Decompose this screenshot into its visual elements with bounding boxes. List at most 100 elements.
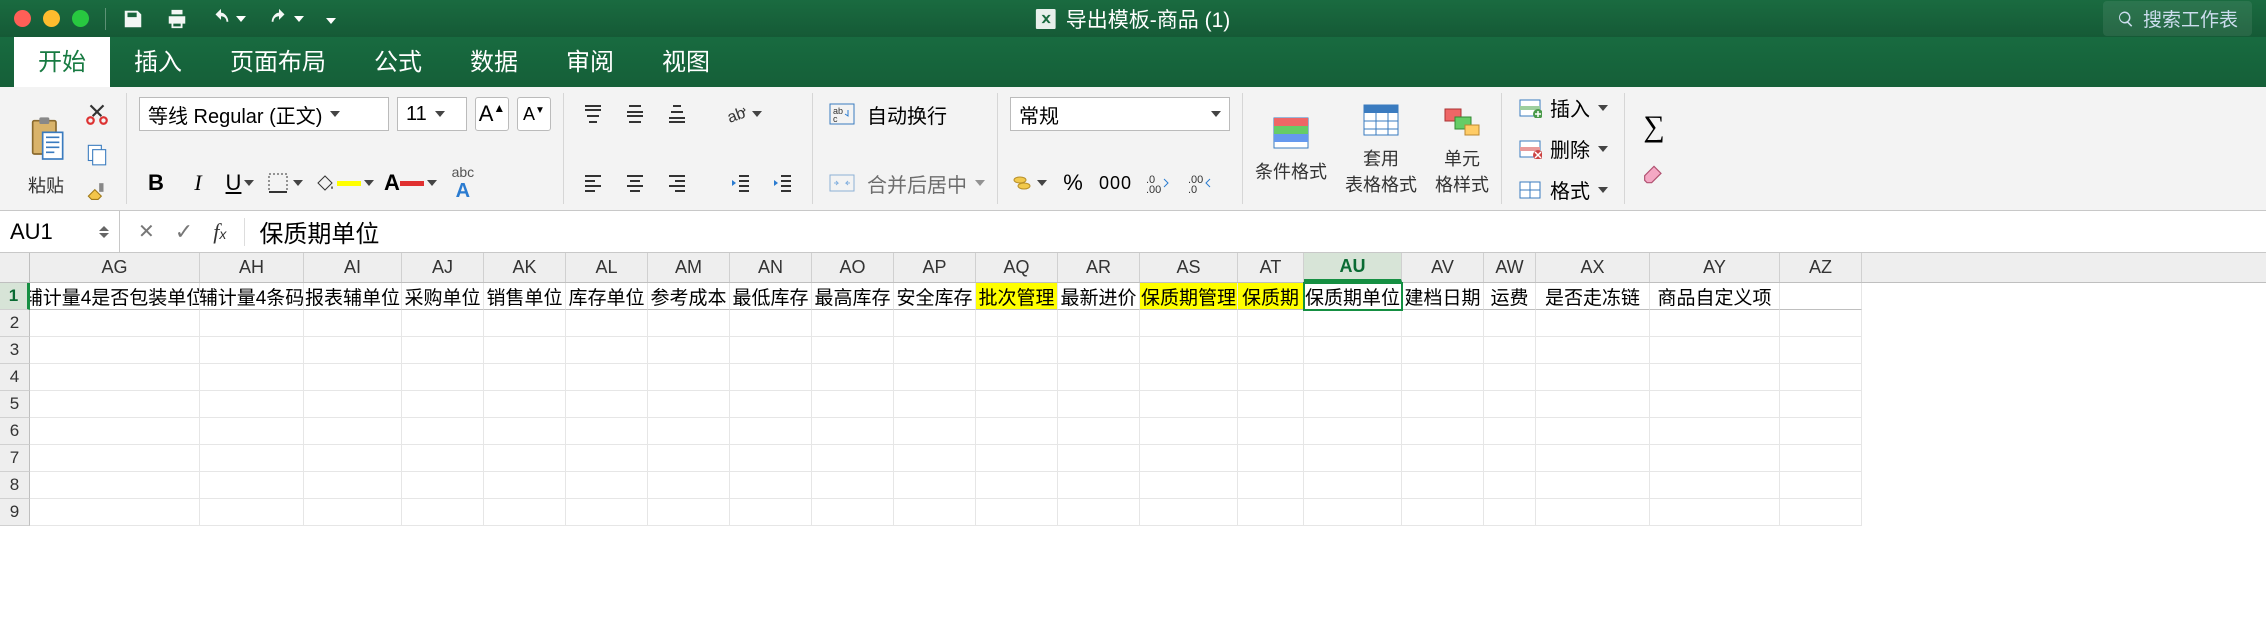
cell-AV2[interactable] xyxy=(1402,310,1484,337)
cell-AY3[interactable] xyxy=(1650,337,1780,364)
cell-AV9[interactable] xyxy=(1402,499,1484,526)
font-color-button[interactable]: A xyxy=(383,166,438,200)
cell-AI3[interactable] xyxy=(304,337,402,364)
name-box-stepper[interactable] xyxy=(99,226,109,238)
col-header-AM[interactable]: AM xyxy=(648,253,730,282)
cell-AW7[interactable] xyxy=(1484,445,1536,472)
phonetic-button[interactable]: abcA xyxy=(446,166,480,200)
cell-AU4[interactable] xyxy=(1304,364,1402,391)
row-header-9[interactable]: 9 xyxy=(0,499,30,526)
minimize-window[interactable] xyxy=(43,10,60,27)
cell-AG3[interactable] xyxy=(30,337,200,364)
decrease-decimal-button[interactable]: .00.0 xyxy=(1183,166,1217,200)
col-header-AN[interactable]: AN xyxy=(730,253,812,282)
cell-AM2[interactable] xyxy=(648,310,730,337)
cell-AR1[interactable]: 最新进价 xyxy=(1058,283,1140,310)
cell-AQ9[interactable] xyxy=(976,499,1058,526)
clear-button[interactable] xyxy=(1637,154,1671,188)
cell-AS2[interactable] xyxy=(1140,310,1238,337)
cell-AN7[interactable] xyxy=(730,445,812,472)
cell-AH8[interactable] xyxy=(200,472,304,499)
align-left-button[interactable] xyxy=(576,166,610,200)
row-header-8[interactable]: 8 xyxy=(0,472,30,499)
cell-AO8[interactable] xyxy=(812,472,894,499)
cell-AM8[interactable] xyxy=(648,472,730,499)
cell-AX8[interactable] xyxy=(1536,472,1650,499)
col-header-AQ[interactable]: AQ xyxy=(976,253,1058,282)
cell-AT8[interactable] xyxy=(1238,472,1304,499)
cell-AP6[interactable] xyxy=(894,418,976,445)
col-header-AZ[interactable]: AZ xyxy=(1780,253,1862,282)
cell-AI1[interactable]: 报表辅单位 xyxy=(304,283,402,310)
cell-AG8[interactable] xyxy=(30,472,200,499)
cell-AZ8[interactable] xyxy=(1780,472,1862,499)
col-header-AO[interactable]: AO xyxy=(812,253,894,282)
cell-AT5[interactable] xyxy=(1238,391,1304,418)
cancel-formula-button[interactable]: ✕ xyxy=(138,219,155,244)
cell-AO6[interactable] xyxy=(812,418,894,445)
cell-AM4[interactable] xyxy=(648,364,730,391)
cell-AS6[interactable] xyxy=(1140,418,1238,445)
cell-AR2[interactable] xyxy=(1058,310,1140,337)
border-button[interactable] xyxy=(265,166,304,200)
cell-AU6[interactable] xyxy=(1304,418,1402,445)
increase-font-button[interactable]: A▲ xyxy=(475,97,509,131)
cell-AX6[interactable] xyxy=(1536,418,1650,445)
cell-AJ2[interactable] xyxy=(402,310,484,337)
delete-cells-button[interactable]: 删除 xyxy=(1514,132,1612,165)
cell-AT1[interactable]: 保质期 xyxy=(1238,283,1304,310)
merge-center-button[interactable] xyxy=(825,166,859,200)
underline-button[interactable]: U xyxy=(223,166,257,200)
cell-AG9[interactable] xyxy=(30,499,200,526)
cell-AK3[interactable] xyxy=(484,337,566,364)
tab-insert[interactable]: 插入 xyxy=(110,32,206,87)
number-format-select[interactable]: 常规 xyxy=(1010,97,1230,131)
wrap-text-button[interactable]: abc xyxy=(825,97,859,131)
cell-AO5[interactable] xyxy=(812,391,894,418)
cell-AV6[interactable] xyxy=(1402,418,1484,445)
format-cells-button[interactable]: 格式 xyxy=(1514,173,1612,206)
cell-AY7[interactable] xyxy=(1650,445,1780,472)
formula-input[interactable] xyxy=(245,218,2266,246)
cell-AP5[interactable] xyxy=(894,391,976,418)
align-bottom-button[interactable] xyxy=(660,97,694,131)
col-header-AJ[interactable]: AJ xyxy=(402,253,484,282)
cell-AG2[interactable] xyxy=(30,310,200,337)
cell-AZ2[interactable] xyxy=(1780,310,1862,337)
cell-AQ4[interactable] xyxy=(976,364,1058,391)
align-center-button[interactable] xyxy=(618,166,652,200)
cell-AU9[interactable] xyxy=(1304,499,1402,526)
cell-AG6[interactable] xyxy=(30,418,200,445)
accept-formula-button[interactable]: ✓ xyxy=(175,219,193,245)
cell-AN1[interactable]: 最低库存 xyxy=(730,283,812,310)
autosum-button[interactable]: ∑ xyxy=(1637,110,1671,144)
cell-AJ6[interactable] xyxy=(402,418,484,445)
cell-AX3[interactable] xyxy=(1536,337,1650,364)
cell-AR6[interactable] xyxy=(1058,418,1140,445)
select-all-corner[interactable] xyxy=(0,253,30,282)
cell-AP4[interactable] xyxy=(894,364,976,391)
cell-AG7[interactable] xyxy=(30,445,200,472)
redo-icon[interactable] xyxy=(268,8,304,30)
col-header-AX[interactable]: AX xyxy=(1536,253,1650,282)
cell-AK9[interactable] xyxy=(484,499,566,526)
currency-button[interactable] xyxy=(1010,166,1048,200)
cell-AR3[interactable] xyxy=(1058,337,1140,364)
col-header-AW[interactable]: AW xyxy=(1484,253,1536,282)
percent-button[interactable]: % xyxy=(1056,166,1090,200)
cell-AJ5[interactable] xyxy=(402,391,484,418)
cell-AU1[interactable]: 保质期单位 xyxy=(1304,283,1402,310)
comma-button[interactable]: 000 xyxy=(1098,166,1133,200)
cell-AL5[interactable] xyxy=(566,391,648,418)
cell-AJ7[interactable] xyxy=(402,445,484,472)
col-header-AL[interactable]: AL xyxy=(566,253,648,282)
cell-AS4[interactable] xyxy=(1140,364,1238,391)
cell-AR5[interactable] xyxy=(1058,391,1140,418)
cell-AM5[interactable] xyxy=(648,391,730,418)
insert-cells-button[interactable]: 插入 xyxy=(1514,91,1612,124)
cell-AS3[interactable] xyxy=(1140,337,1238,364)
cell-AO3[interactable] xyxy=(812,337,894,364)
cell-AZ3[interactable] xyxy=(1780,337,1862,364)
cell-AU2[interactable] xyxy=(1304,310,1402,337)
cell-AN3[interactable] xyxy=(730,337,812,364)
